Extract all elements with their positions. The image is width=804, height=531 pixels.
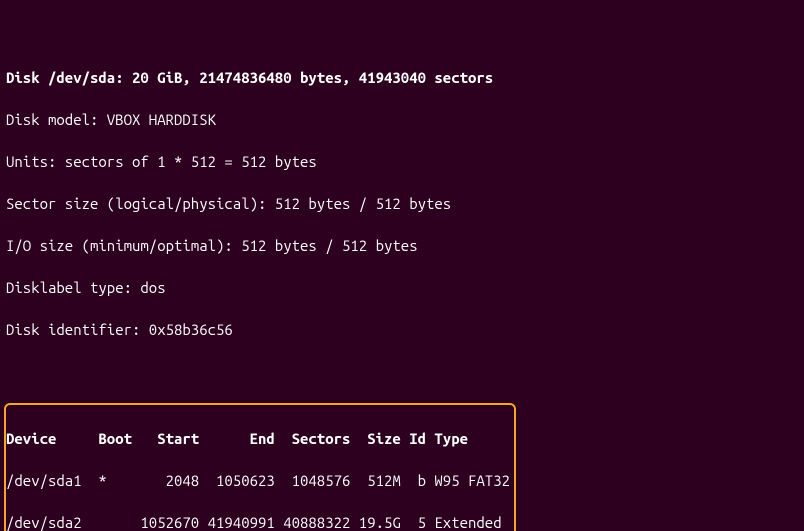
disk-sda-model: Disk model: VBOX HARDDISK (6, 109, 798, 130)
partition-table-header: Device Boot Start End Sectors Size Id Ty… (6, 428, 510, 449)
disk-sda-ident: Disk identifier: 0x58b36c56 (6, 319, 798, 340)
table-row: /dev/sda1 * 2048 1050623 1048576 512M b … (6, 470, 510, 491)
disk-sda-io: I/O size (minimum/optimal): 512 bytes / … (6, 235, 798, 256)
blank-line (6, 361, 798, 382)
disk-sda-header: Disk /dev/sda: 20 GiB, 21474836480 bytes… (6, 67, 798, 88)
table-row: /dev/sda2 1052670 41940991 40888322 19.5… (6, 512, 510, 531)
disk-sda-sector: Sector size (logical/physical): 512 byte… (6, 193, 798, 214)
blank-line (6, 25, 798, 46)
terminal-output: Disk /dev/sda: 20 GiB, 21474836480 bytes… (0, 0, 804, 531)
disk-sda-label: Disklabel type: dos (6, 277, 798, 298)
disk-sda-units: Units: sectors of 1 * 512 = 512 bytes (6, 151, 798, 172)
partition-table-highlight: Device Boot Start End Sectors Size Id Ty… (4, 403, 516, 531)
